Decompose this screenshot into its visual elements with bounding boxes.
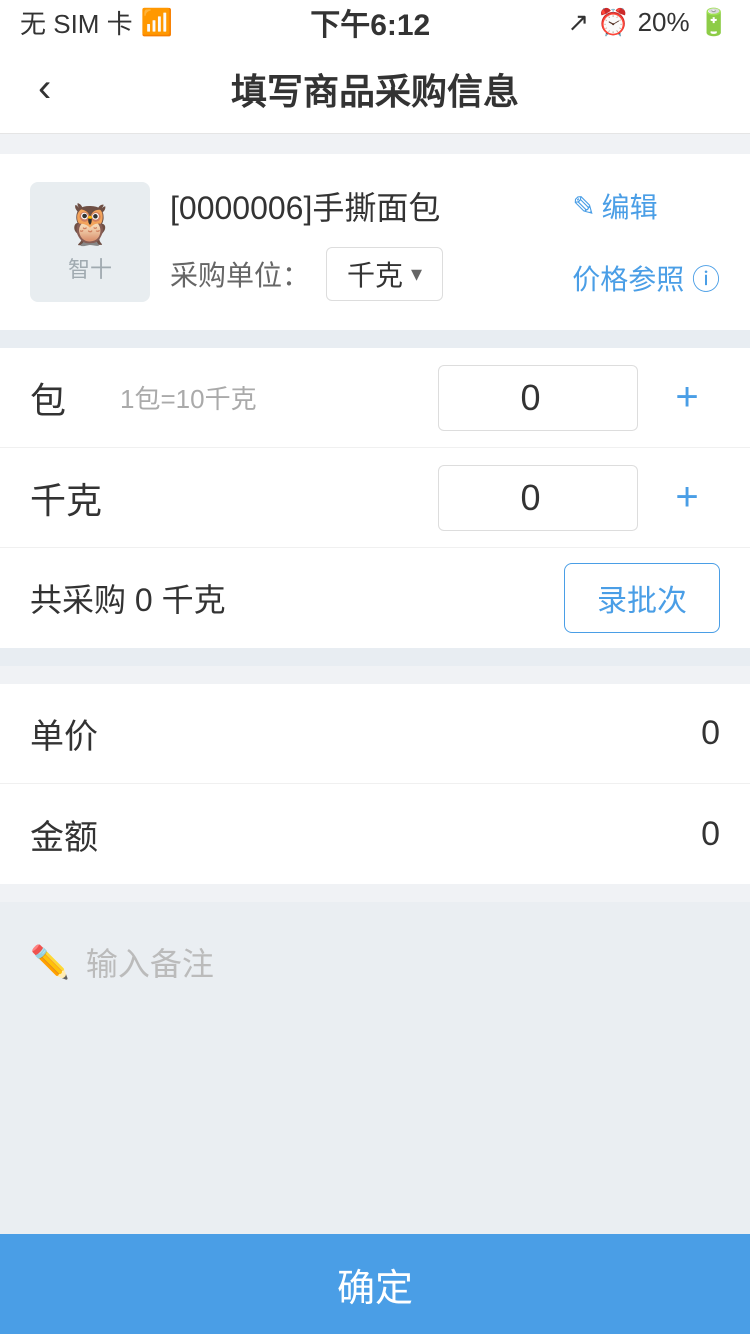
page-title: 填写商品采购信息 (231, 63, 519, 115)
unit-dropdown-icon: ▾ (411, 261, 422, 287)
bag-sub-label: 1包=10千克 (120, 379, 257, 416)
product-image: 🦉 智十 (30, 182, 150, 302)
summary-unit: 千克 (162, 582, 226, 618)
bag-label: 包 (30, 372, 110, 424)
unit-price-value: 0 (701, 714, 720, 753)
edit-button[interactable]: ✎ 编辑 (572, 186, 657, 226)
price-ref-icon: ⓘ (692, 264, 720, 295)
quantity-row-bag: 包 1包=10千克 + (0, 348, 750, 448)
amount-row: 金额 0 (0, 784, 750, 884)
product-unit-row: 采购单位： 千克 ▾ (170, 247, 552, 301)
product-info: [0000006]手撕面包 采购单位： 千克 ▾ (150, 183, 572, 301)
back-button[interactable]: ‹ (28, 56, 61, 121)
wifi-icon: 📶 (141, 7, 173, 38)
alarm-icon: ⏰ (597, 7, 629, 38)
quantity-section: 包 1包=10千克 + 千克 + (0, 348, 750, 548)
nav-bar: ‹ 填写商品采购信息 (0, 44, 750, 134)
location-icon: ↗ (567, 7, 589, 38)
edit-icon: ✎ (572, 190, 595, 223)
bag-quantity-input[interactable] (438, 365, 638, 431)
notes-placeholder: 输入备注 (86, 939, 214, 985)
notes-icon: ✏️ (30, 943, 70, 981)
product-image-label: 智十 (68, 252, 112, 284)
unit-selector[interactable]: 千克 ▾ (326, 247, 443, 301)
notes-section[interactable]: ✏️ 输入备注 (0, 902, 750, 1022)
summary-row: 共采购 0 千克 录批次 (0, 548, 750, 648)
bag-increment-button[interactable]: + (654, 365, 720, 431)
kg-quantity-input[interactable] (438, 465, 638, 531)
edit-label: 编辑 (602, 186, 658, 226)
status-bar-right: ↗ ⏰ 20% 🔋 (567, 7, 730, 38)
kg-label: 千克 (30, 472, 110, 524)
kg-input-wrap: + (110, 465, 720, 531)
unit-label: 采购单位： (170, 254, 310, 294)
sim-status: 无 SIM 卡 (20, 4, 133, 41)
amount-value: 0 (701, 815, 720, 854)
bag-input-wrap: + (257, 365, 720, 431)
product-card: 🦉 智十 [0000006]手撕面包 采购单位： 千克 ▾ ✎ 编辑 价格参照 … (0, 154, 750, 330)
status-bar-time: 下午6:12 (310, 0, 430, 44)
product-card-actions: ✎ 编辑 价格参照 ⓘ (572, 182, 720, 302)
price-reference-button[interactable]: 价格参照 ⓘ (572, 258, 720, 298)
summary-prefix: 共采购 (30, 582, 126, 618)
quantity-row-kg: 千克 + (0, 448, 750, 548)
kg-increment-button[interactable]: + (654, 465, 720, 531)
product-name: [0000006]手撕面包 (170, 183, 552, 229)
section-divider-1 (0, 330, 750, 348)
amount-label: 金额 (30, 810, 98, 859)
summary-text: 共采购 0 千克 (30, 575, 226, 621)
confirm-button[interactable]: 确定 (0, 1234, 750, 1334)
battery-level: 20% (638, 7, 690, 38)
unit-value: 千克 (347, 254, 403, 294)
status-bar: 无 SIM 卡 📶 下午6:12 ↗ ⏰ 20% 🔋 (0, 0, 750, 44)
product-owl-icon: 🦉 (65, 201, 115, 248)
price-ref-label: 价格参照 (572, 264, 684, 295)
status-bar-left: 无 SIM 卡 📶 (20, 4, 173, 41)
section-divider-2 (0, 648, 750, 666)
summary-amount: 0 (135, 582, 162, 618)
unit-price-row: 单价 0 (0, 684, 750, 784)
battery-icon: 🔋 (698, 7, 730, 38)
unit-price-label: 单价 (30, 709, 98, 758)
price-section: 单价 0 金额 0 (0, 684, 750, 884)
batch-record-button[interactable]: 录批次 (564, 563, 720, 633)
